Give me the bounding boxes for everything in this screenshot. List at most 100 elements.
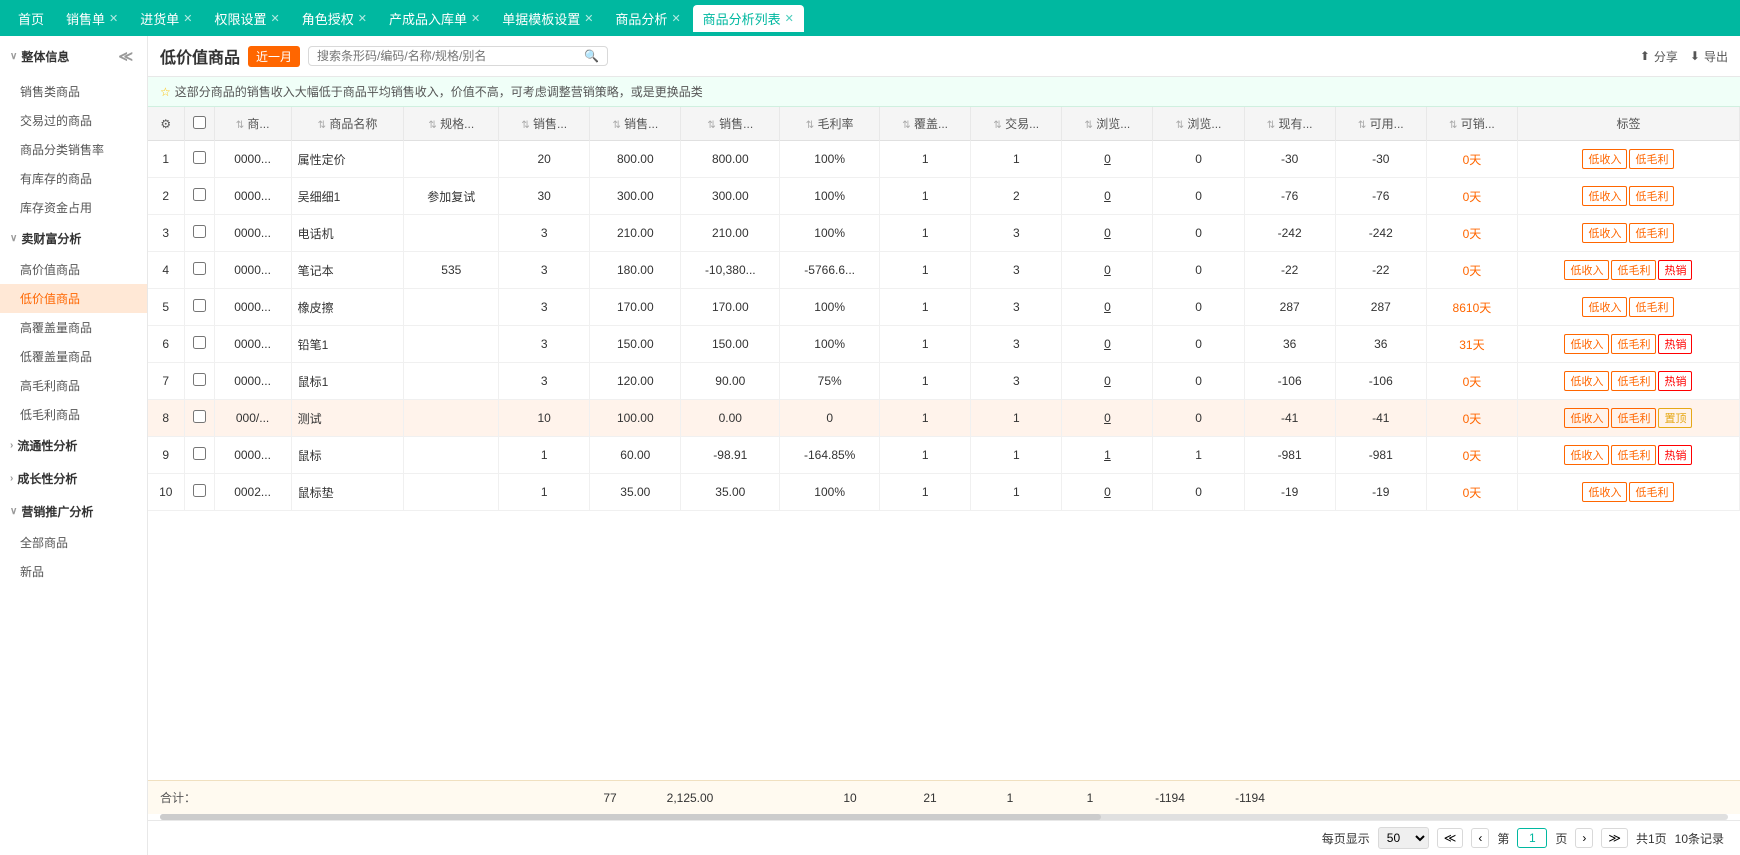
nav-home[interactable]: 首页 <box>8 5 54 32</box>
col-sales-qty[interactable]: ⇅ 销售... <box>499 107 590 141</box>
browse1-link[interactable]: 1 <box>1104 448 1111 462</box>
row-checkbox-cell[interactable] <box>184 437 214 474</box>
nav-template-settings[interactable]: 单据模板设置 ✕ <box>492 5 603 32</box>
sidebar-item-traded-goods[interactable]: 交易过的商品 <box>0 106 147 135</box>
row-checkbox[interactable] <box>193 336 206 349</box>
total-pages: 共1页 <box>1636 830 1667 847</box>
row-checkbox-cell[interactable] <box>184 252 214 289</box>
browse1-link[interactable]: 0 <box>1104 152 1111 166</box>
chevron-right-icon: › <box>10 473 13 484</box>
browse1-link[interactable]: 0 <box>1104 189 1111 203</box>
browse1-link[interactable]: 0 <box>1104 300 1111 314</box>
col-name[interactable]: ⇅ 商品名称 <box>291 107 404 141</box>
sidebar-item-with-stock[interactable]: 有库存的商品 <box>0 164 147 193</box>
nav-product-in[interactable]: 产成品入库单 ✕ <box>379 5 490 32</box>
row-checkbox-cell[interactable] <box>184 474 214 511</box>
sidebar-item-high-coverage[interactable]: 高覆盖量商品 <box>0 313 147 342</box>
footer-cells: 77 2,125.00 10 21 1 1 -1194 -1194 <box>230 791 1728 805</box>
last-page-button[interactable]: ≫ <box>1601 828 1628 848</box>
sidebar-item-stock-fund[interactable]: 库存资金占用 <box>0 193 147 222</box>
sidebar-group-circulation[interactable]: › 流通性分析 <box>0 429 147 462</box>
row-checkbox-cell[interactable] <box>184 400 214 437</box>
browse1-cell: 0 <box>1062 326 1153 363</box>
row-checkbox-cell[interactable] <box>184 326 214 363</box>
col-code[interactable]: ⇅ 商... <box>214 107 291 141</box>
nav-close-icon[interactable]: ✕ <box>584 12 593 25</box>
row-checkbox[interactable] <box>193 151 206 164</box>
nav-purchase[interactable]: 进货单 ✕ <box>130 5 202 32</box>
search-icon[interactable]: 🔍 <box>584 49 599 63</box>
sidebar-item-sales-goods[interactable]: 销售类商品 <box>0 77 147 106</box>
col-sellable[interactable]: ⇅ 可销... <box>1426 107 1517 141</box>
row-checkbox[interactable] <box>193 299 206 312</box>
row-checkbox[interactable] <box>193 225 206 238</box>
next-page-button[interactable]: › <box>1575 828 1593 848</box>
collapse-icon[interactable]: ≪ <box>114 44 137 69</box>
col-browse2[interactable]: ⇅ 浏览... <box>1153 107 1244 141</box>
browse1-link[interactable]: 0 <box>1104 374 1111 388</box>
sidebar-item-low-margin[interactable]: 低毛利商品 <box>0 400 147 429</box>
sidebar-item-all-goods[interactable]: 全部商品 <box>0 528 147 557</box>
page-size-select[interactable]: 50 10 20 100 <box>1378 827 1429 849</box>
sidebar-group-growth[interactable]: › 成长性分析 <box>0 462 147 495</box>
nav-close-icon[interactable]: ✕ <box>183 12 192 25</box>
col-browse1[interactable]: ⇅ 浏览... <box>1062 107 1153 141</box>
col-tx-count[interactable]: ⇅ 交易... <box>971 107 1062 141</box>
table-row: 4 0000... 笔记本 535 3 180.00 -10,380... -5… <box>148 252 1740 289</box>
browse1-link[interactable]: 0 <box>1104 263 1111 277</box>
select-all-checkbox[interactable] <box>193 116 206 129</box>
sidebar-item-high-value[interactable]: 高价值商品 <box>0 255 147 284</box>
nav-permissions[interactable]: 权限设置 ✕ <box>204 5 289 32</box>
col-sales-amt1[interactable]: ⇅ 销售... <box>590 107 681 141</box>
row-checkbox[interactable] <box>193 262 206 275</box>
first-page-button[interactable]: ≪ <box>1437 828 1464 848</box>
row-checkbox-cell[interactable] <box>184 178 214 215</box>
nav-close-icon[interactable]: ✕ <box>109 12 118 25</box>
idx-cell: 10 <box>148 474 184 511</box>
nav-close-icon[interactable]: ✕ <box>785 12 794 25</box>
nav-close-icon[interactable]: ✕ <box>358 12 367 25</box>
browse1-link[interactable]: 0 <box>1104 411 1111 425</box>
nav-close-icon[interactable]: ✕ <box>471 12 480 25</box>
export-button[interactable]: ⬇ 导出 <box>1690 48 1728 65</box>
sidebar-item-low-coverage[interactable]: 低覆盖量商品 <box>0 342 147 371</box>
sidebar-group-marketing[interactable]: ∨ 营销推广分析 <box>0 495 147 528</box>
nav-close-icon[interactable]: ✕ <box>671 12 680 25</box>
filter-period-button[interactable]: 近一月 <box>248 46 300 67</box>
sidebar-item-low-value[interactable]: 低价值商品 <box>0 284 147 313</box>
col-settings[interactable]: ⚙ <box>148 107 184 141</box>
row-checkbox[interactable] <box>193 447 206 460</box>
row-checkbox-cell[interactable] <box>184 289 214 326</box>
nav-role-auth[interactable]: 角色授权 ✕ <box>292 5 377 32</box>
browse1-link[interactable]: 0 <box>1104 337 1111 351</box>
col-current[interactable]: ⇅ 现有... <box>1244 107 1335 141</box>
sidebar-item-high-margin[interactable]: 高毛利商品 <box>0 371 147 400</box>
nav-product-analysis[interactable]: 商品分析 ✕ <box>605 5 690 32</box>
col-spec[interactable]: ⇅ 规格... <box>404 107 499 141</box>
col-available[interactable]: ⇅ 可用... <box>1335 107 1426 141</box>
col-coverage[interactable]: ⇅ 覆盖... <box>880 107 971 141</box>
sidebar-group-overall[interactable]: ∨ 整体信息 ≪ <box>0 36 147 77</box>
row-checkbox-cell[interactable] <box>184 141 214 178</box>
row-checkbox[interactable] <box>193 484 206 497</box>
sidebar-group-wealth[interactable]: ∨ 卖财富分析 <box>0 222 147 255</box>
browse1-link[interactable]: 0 <box>1104 485 1111 499</box>
row-checkbox-cell[interactable] <box>184 215 214 252</box>
browse1-link[interactable]: 0 <box>1104 226 1111 240</box>
col-margin[interactable]: ⇅ 毛利率 <box>780 107 880 141</box>
row-checkbox[interactable] <box>193 410 206 423</box>
nav-analysis-list[interactable]: 商品分析列表 ✕ <box>693 5 804 32</box>
row-checkbox[interactable] <box>193 373 206 386</box>
row-checkbox[interactable] <box>193 188 206 201</box>
col-sales-amt2[interactable]: ⇅ 销售... <box>681 107 780 141</box>
search-input[interactable] <box>317 49 584 63</box>
nav-sales-order[interactable]: 销售单 ✕ <box>56 5 128 32</box>
sidebar-item-category-rate[interactable]: 商品分类销售率 <box>0 135 147 164</box>
sidebar-item-new-goods[interactable]: 新品 <box>0 557 147 586</box>
row-checkbox-cell[interactable] <box>184 363 214 400</box>
share-button[interactable]: ⬆ 分享 <box>1640 48 1678 65</box>
col-checkbox[interactable] <box>184 107 214 141</box>
browse1-cell: 0 <box>1062 289 1153 326</box>
prev-page-button[interactable]: ‹ <box>1471 828 1489 848</box>
nav-close-icon[interactable]: ✕ <box>271 12 280 25</box>
